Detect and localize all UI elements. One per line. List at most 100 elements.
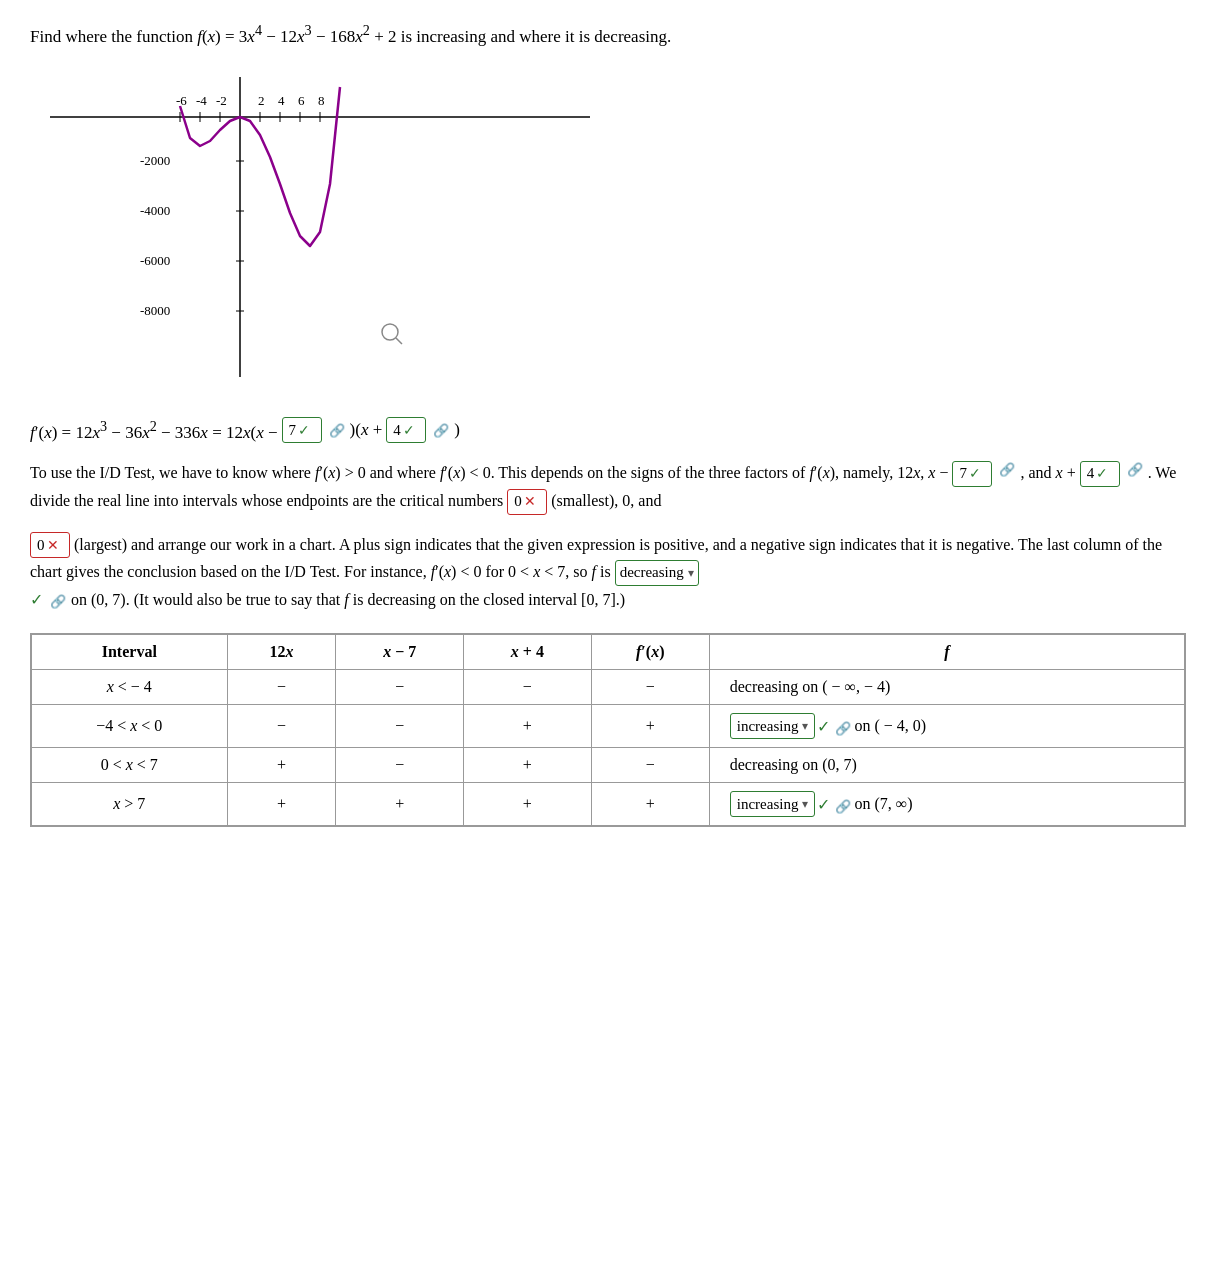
row2-fprime: + xyxy=(591,705,709,748)
link-icon-2[interactable]: 🔗 xyxy=(432,421,450,439)
row1-interval: x < − 4 xyxy=(32,670,228,705)
svg-text:🔗: 🔗 xyxy=(835,798,852,815)
explanation-block2: 0 ✕ (largest) and arrange our work in a … xyxy=(30,531,1186,614)
row3-12x: + xyxy=(227,748,336,783)
col-header-12x: 12x xyxy=(227,635,336,670)
row4-suffix: on (7, ∞) xyxy=(854,795,912,813)
factor-middle: )(x + xyxy=(350,420,383,440)
factor2-box[interactable]: 4 ✓ xyxy=(386,417,426,443)
svg-text:🔗: 🔗 xyxy=(999,461,1016,478)
svg-text:4: 4 xyxy=(278,93,285,108)
text-box4-value: 4 xyxy=(1087,461,1095,487)
critical-label1: (smallest), 0, and xyxy=(551,492,661,509)
svg-text:8: 8 xyxy=(318,93,325,108)
factor1-box[interactable]: 7 ✓ xyxy=(282,417,322,443)
svg-text:6: 6 xyxy=(298,93,305,108)
critical-box1-value: 0 xyxy=(514,489,522,515)
decreasing-select-arrow: ▾ xyxy=(688,563,694,583)
text-box3-value: 7 xyxy=(959,461,967,487)
derivative-equation: f′(x) = 12x3 − 36x2 − 336x = 12x(x − 7 ✓… xyxy=(30,417,1186,443)
svg-text:-2000: -2000 xyxy=(140,153,170,168)
question-text: Find where the function f(x) = 3x4 − 12x… xyxy=(30,20,1186,49)
row2-select-arrow: ▾ xyxy=(802,719,808,734)
text-largest: (largest) and arrange our work in a char… xyxy=(30,536,1162,581)
row4-check: ✓ xyxy=(817,795,830,814)
link-icon-row2[interactable]: 🔗 xyxy=(834,717,852,735)
svg-text:🔗: 🔗 xyxy=(835,720,852,737)
critical-box2-value: 0 xyxy=(37,533,45,559)
svg-text:-6000: -6000 xyxy=(140,253,170,268)
link-icon-row4[interactable]: 🔗 xyxy=(834,795,852,813)
row2-select-value: increasing xyxy=(737,718,799,735)
svg-text:-8000: -8000 xyxy=(140,303,170,318)
row4-conclusion: increasing ▾ ✓ 🔗 on (7, ∞) xyxy=(709,783,1184,826)
row1-x7: − xyxy=(336,670,464,705)
svg-text:🔗: 🔗 xyxy=(329,422,346,439)
factor-rhs: ) xyxy=(454,420,460,440)
outer-check: ✓ xyxy=(30,591,43,608)
row2-conclusion: increasing ▾ ✓ 🔗 on ( − 4, 0) xyxy=(709,705,1184,748)
text-part1: To use the I/D Test, we have to know whe… xyxy=(30,464,952,481)
row4-x4: + xyxy=(464,783,592,826)
factor2-value: 4 xyxy=(393,422,401,439)
col-header-x-4: x + 4 xyxy=(464,635,592,670)
critical-box1-x: ✕ xyxy=(524,490,536,514)
svg-text:-4000: -4000 xyxy=(140,203,170,218)
row2-interval: −4 < x < 0 xyxy=(32,705,228,748)
row4-fprime: + xyxy=(591,783,709,826)
row2-select[interactable]: increasing ▾ xyxy=(730,713,816,739)
row2-check: ✓ xyxy=(817,717,830,736)
svg-text:🔗: 🔗 xyxy=(1127,461,1144,478)
row4-12x: + xyxy=(227,783,336,826)
link-icon-3[interactable]: 🔗 xyxy=(998,459,1016,477)
row2-x7: − xyxy=(336,705,464,748)
explanation-block: To use the I/D Test, we have to know whe… xyxy=(30,459,1186,515)
row3-x7: − xyxy=(336,748,464,783)
row4-interval: x > 7 xyxy=(32,783,228,826)
svg-point-24 xyxy=(382,324,398,340)
col-header-f: f xyxy=(709,635,1184,670)
row3-conclusion: decreasing on (0, 7) xyxy=(709,748,1184,783)
factor1-check: ✓ xyxy=(298,422,310,439)
svg-text:-4: -4 xyxy=(196,93,207,108)
table-row: 0 < x < 7 + − + − decreasing on (0, 7) xyxy=(32,748,1185,783)
critical-box2-x: ✕ xyxy=(47,534,59,558)
row1-conclusion: decreasing on ( − ∞, − 4) xyxy=(709,670,1184,705)
row4-select-arrow: ▾ xyxy=(802,797,808,812)
link-icon-1[interactable]: 🔗 xyxy=(328,421,346,439)
critical-box2[interactable]: 0 ✕ xyxy=(30,532,70,558)
row2-x4: + xyxy=(464,705,592,748)
row4-select[interactable]: increasing ▾ xyxy=(730,791,816,817)
graph-area: -6 -4 -2 2 4 6 8 -2000 -4000 -6000 -8000 xyxy=(30,67,1186,387)
row4-x7: + xyxy=(336,783,464,826)
factor2-check: ✓ xyxy=(403,422,415,439)
table-row: −4 < x < 0 − − + + increasing ▾ ✓ 🔗 xyxy=(32,705,1185,748)
text-box3-check: ✓ xyxy=(969,462,981,486)
svg-text:2: 2 xyxy=(258,93,265,108)
table-row: x < − 4 − − − − decreasing on ( − ∞, − 4… xyxy=(32,670,1185,705)
text-box3[interactable]: 7 ✓ xyxy=(952,461,992,487)
row4-verdict-wrap: increasing ▾ ✓ 🔗 on (7, ∞) xyxy=(730,791,913,817)
critical-box1[interactable]: 0 ✕ xyxy=(507,489,547,515)
row3-fprime: − xyxy=(591,748,709,783)
on-interval-text: on (0, 7). (It would also be true to say… xyxy=(71,591,625,608)
svg-line-25 xyxy=(396,338,402,344)
row1-fprime: − xyxy=(591,670,709,705)
row2-suffix: on ( − 4, 0) xyxy=(854,717,926,735)
row1-x4: − xyxy=(464,670,592,705)
link-icon-4[interactable]: 🔗 xyxy=(1126,459,1144,477)
decreasing-select[interactable]: decreasing ▾ xyxy=(615,560,699,586)
col-header-interval: Interval xyxy=(32,635,228,670)
link-icon-5[interactable]: 🔗 xyxy=(49,586,67,604)
id-test-table: Interval 12x x − 7 x + 4 f′(x) f x < − 4… xyxy=(30,633,1186,827)
row2-12x: − xyxy=(227,705,336,748)
row1-12x: − xyxy=(227,670,336,705)
text-box4[interactable]: 4 ✓ xyxy=(1080,461,1120,487)
table-row: x > 7 + + + + increasing ▾ ✓ 🔗 xyxy=(32,783,1185,826)
row3-interval: 0 < x < 7 xyxy=(32,748,228,783)
text-and: , and x + xyxy=(1020,464,1079,481)
col-header-fprime: f′(x) xyxy=(591,635,709,670)
svg-text:-2: -2 xyxy=(216,93,227,108)
row4-select-value: increasing xyxy=(737,796,799,813)
svg-text:-6: -6 xyxy=(176,93,187,108)
